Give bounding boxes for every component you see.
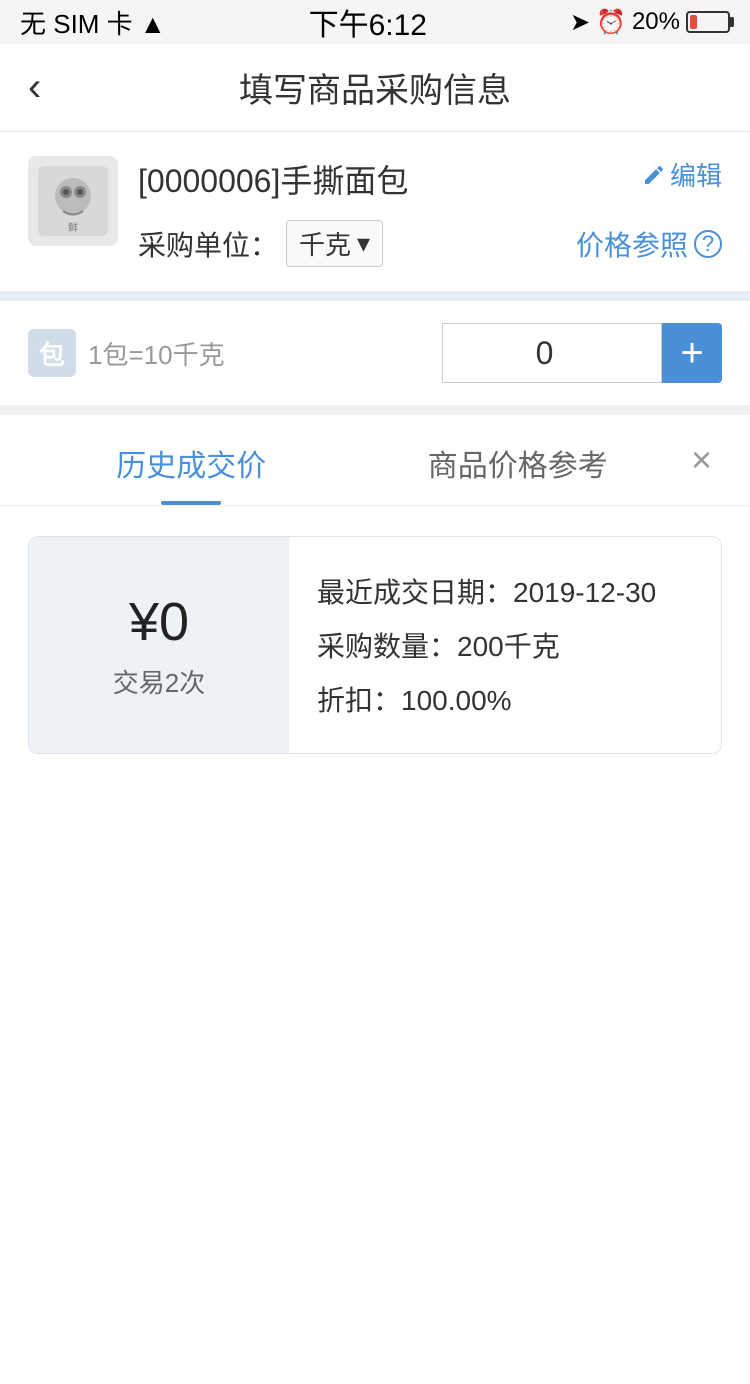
history-discount-value: 100.00% (401, 685, 512, 716)
quantity-right: + (442, 323, 722, 383)
quantity-row: 包 1包=10千克 + (0, 301, 750, 405)
battery-icon (686, 11, 730, 33)
quantity-plus-button[interactable]: + (662, 323, 722, 383)
svg-text:鲜: 鲜 (68, 221, 78, 234)
product-thumbnail: 鲜 (28, 156, 118, 246)
status-time: 下午6:12 (309, 0, 427, 44)
product-card: 鲜 [0000006]手撕面包 编辑 采购单位： 千克 ▾ 价格参照 (0, 132, 750, 291)
tabs-close-button[interactable]: × (681, 429, 722, 491)
history-date-value: 2019-12-30 (513, 577, 656, 608)
section-divider (0, 291, 750, 301)
product-name: [0000006]手撕面包 (138, 156, 408, 202)
quantity-conversion: 1包=10千克 (88, 335, 225, 372)
tabs-header: 历史成交价 商品价格参考 × (0, 415, 750, 506)
main-content-area (0, 784, 750, 1384)
help-icon: ? (694, 230, 722, 258)
alarm-icon: ⏰ (596, 8, 626, 37)
price-reference-button[interactable]: 价格参照 ? (576, 224, 722, 264)
quantity-input[interactable] (442, 323, 662, 383)
edit-button[interactable]: 编辑 (642, 156, 722, 193)
tabs-container: 历史成交价 商品价格参考 × ¥0 交易2次 最近成交日期：2019-12-30… (0, 415, 750, 784)
history-price-value: ¥0 (129, 591, 189, 653)
unit-prefix-label: 采购单位： (138, 224, 278, 264)
page-title: 填写商品采购信息 (239, 63, 511, 112)
back-button[interactable]: ‹ (28, 65, 41, 110)
product-info: [0000006]手撕面包 编辑 采购单位： 千克 ▾ 价格参照 ? (138, 156, 722, 267)
status-bar: 无 SIM 卡 ▲ 下午6:12 ➤ ⏰ 20% (0, 0, 750, 44)
history-discount-row: 折扣：100.00% (317, 679, 693, 719)
quantity-left: 包 1包=10千克 (28, 329, 225, 377)
location-icon: ➤ (570, 8, 590, 37)
unit-row: 采购单位： 千克 ▾ 价格参照 ? (138, 220, 722, 267)
dropdown-arrow-icon: ▾ (357, 228, 370, 259)
history-date-row: 最近成交日期：2019-12-30 (317, 571, 693, 611)
history-qty-label: 采购数量： (317, 631, 457, 662)
history-qty-value: 200千克 (457, 631, 560, 662)
history-date-label: 最近成交日期： (317, 577, 513, 608)
history-qty-row: 采购数量：200千克 (317, 625, 693, 665)
history-trades-count: 交易2次 (113, 663, 205, 700)
quantity-unit-box: 包 (28, 329, 76, 377)
history-card: ¥0 交易2次 最近成交日期：2019-12-30 采购数量：200千克 折扣：… (28, 536, 722, 754)
unit-value: 千克 (299, 225, 351, 262)
history-right-panel: 最近成交日期：2019-12-30 采购数量：200千克 折扣：100.00% (289, 537, 721, 753)
tab-history-price[interactable]: 历史成交价 (28, 415, 354, 505)
unit-selector[interactable]: 千克 ▾ (286, 220, 383, 267)
status-right: ➤ ⏰ 20% (570, 8, 730, 37)
tab-product-price-ref[interactable]: 商品价格参考 (354, 415, 680, 505)
history-discount-label: 折扣： (317, 685, 401, 716)
price-ref-label: 价格参照 (576, 224, 688, 264)
product-header: [0000006]手撕面包 编辑 (138, 156, 722, 202)
nav-bar: ‹ 填写商品采购信息 (0, 44, 750, 132)
signal-text: 无 SIM 卡 ▲ (20, 4, 166, 41)
history-content: ¥0 交易2次 最近成交日期：2019-12-30 采购数量：200千克 折扣：… (0, 506, 750, 784)
history-left-panel: ¥0 交易2次 (29, 537, 289, 753)
battery-percent: 20% (632, 8, 680, 36)
status-left: 无 SIM 卡 ▲ (20, 4, 166, 41)
